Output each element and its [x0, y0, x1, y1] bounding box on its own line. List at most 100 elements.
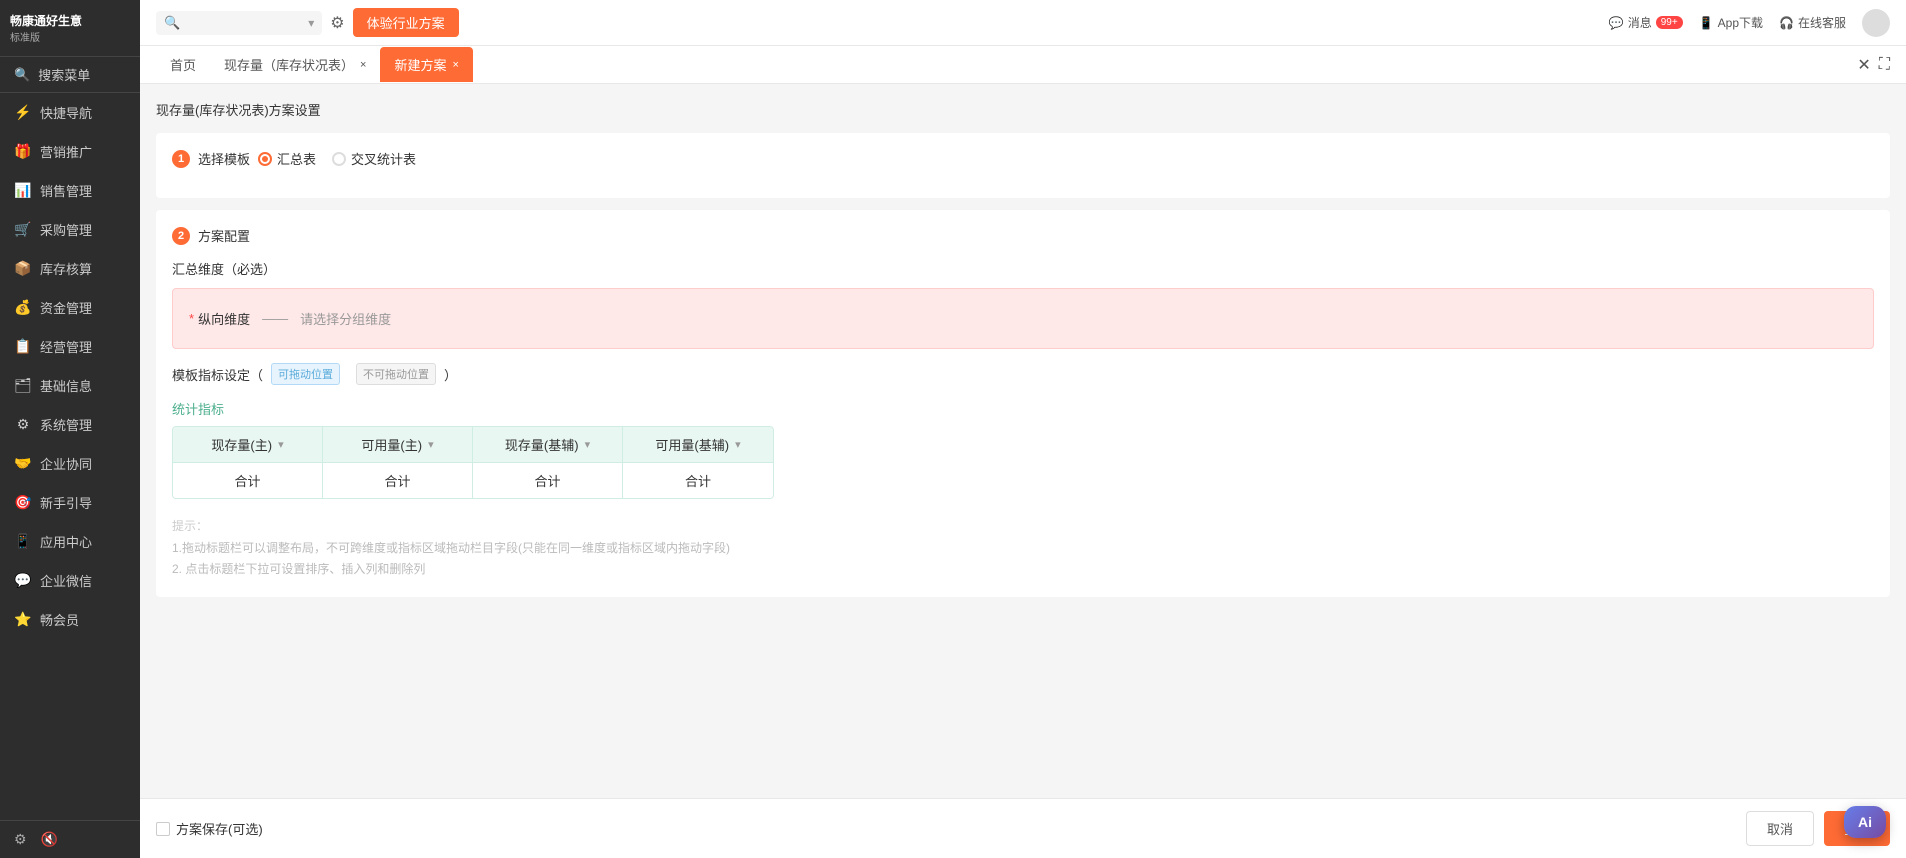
user-avatar[interactable]	[1862, 9, 1890, 37]
sidebar-item-app-center[interactable]: 📱 应用中心	[0, 522, 140, 561]
sidebar-item-label: 系统管理	[40, 415, 92, 434]
step1-badge: 1	[172, 150, 190, 168]
sidebar-item-wechat[interactable]: 💬 企业微信	[0, 561, 140, 600]
sidebar-item-inventory[interactable]: 📦 库存核算	[0, 249, 140, 288]
dimension-area: * 纵向维度 —— 请选择分组维度	[172, 288, 1874, 349]
inventory-tab-label: 现存量（库存状况表）	[224, 55, 354, 74]
main-area: 🔍 ▾ ⚙ 体验行业方案 💬 消息 99+ 📱 App下载 🎧 在线客服	[140, 0, 1906, 858]
save-scheme-checkbox[interactable]	[156, 822, 170, 836]
stats-col-header-0[interactable]: 现存量(主) ▾	[173, 427, 322, 463]
col-chevron-0: ▾	[278, 438, 284, 451]
close-window-icon[interactable]: ✕	[1857, 55, 1870, 75]
stats-col-cell-2: 合计	[473, 463, 622, 498]
messages-label: 消息	[1628, 14, 1652, 31]
tab-new-scheme[interactable]: 新建方案 ×	[380, 47, 472, 82]
save-scheme-label: 方案保存(可选)	[176, 819, 263, 838]
step1-header: 1 选择模板 汇总表 交叉统计表	[172, 149, 1874, 168]
trial-industry-button[interactable]: 体验行业方案	[353, 8, 459, 37]
sidebar-item-label: 资金管理	[40, 298, 92, 317]
messages-item[interactable]: 💬 消息 99+	[1609, 14, 1683, 31]
sidebar-item-basic[interactable]: 🗂 基础信息	[0, 366, 140, 405]
messages-badge: 99+	[1656, 16, 1683, 29]
cancel-button[interactable]: 取消	[1746, 811, 1814, 846]
inventory-tab-close-icon[interactable]: ×	[360, 59, 366, 71]
basic-icon: 🗂	[14, 377, 32, 395]
save-scheme-wrap[interactable]: 方案保存(可选)	[156, 819, 263, 838]
step1-title: 选择模板	[198, 149, 250, 168]
sidebar-item-marketing[interactable]: 🎁 营销推广	[0, 132, 140, 171]
sidebar-item-system[interactable]: ⚙ 系统管理	[0, 405, 140, 444]
sidebar-item-label: 采购管理	[40, 220, 92, 239]
sidebar-item-guide[interactable]: 🎯 新手引导	[0, 483, 140, 522]
operations-icon: 📋	[14, 338, 32, 356]
sidebar-logo: 畅康通好生意 标准版	[0, 0, 140, 57]
topbar-search-wrap[interactable]: 🔍 ▾	[156, 11, 322, 35]
tab-home[interactable]: 首页	[156, 47, 210, 82]
window-controls: ✕ ⛶	[1857, 55, 1890, 75]
sidebar-item-sales[interactable]: 📊 销售管理	[0, 171, 140, 210]
topbar-gear-icon[interactable]: ⚙	[330, 13, 344, 33]
tab-inventory[interactable]: 现存量（库存状况表） ×	[210, 47, 380, 82]
page-title: 现存量(库存状况表)方案设置	[156, 100, 1890, 119]
radio-cross-label: 交叉统计表	[351, 149, 416, 168]
draggable-badge: 可拖动位置	[271, 363, 340, 385]
sidebar-item-purchase[interactable]: 🛒 采购管理	[0, 210, 140, 249]
quick-nav-icon: ⚡	[14, 104, 32, 122]
ai-bubble[interactable]: Ai	[1844, 806, 1886, 838]
radio-summary[interactable]: 汇总表	[258, 149, 316, 168]
app-download-item[interactable]: 📱 App下载	[1699, 14, 1763, 31]
dimension-placeholder: 请选择分组维度	[300, 309, 391, 328]
col-chevron-2: ▾	[585, 438, 591, 451]
sidebar-item-label: 营销推广	[40, 142, 92, 161]
sidebar-item-quick-nav[interactable]: ⚡ 快捷导航	[0, 93, 140, 132]
stats-col-header-1[interactable]: 可用量(主) ▾	[323, 427, 472, 463]
sound-icon[interactable]: 🔇	[41, 831, 58, 848]
dimension-label: 汇总维度（必选）	[172, 259, 1874, 278]
radio-summary-circle	[258, 152, 272, 166]
settings-icon[interactable]: ⚙	[14, 831, 27, 848]
sidebar-item-label: 畅会员	[40, 610, 79, 629]
sidebar-item-operations[interactable]: 📋 经营管理	[0, 327, 140, 366]
sidebar-item-member[interactable]: ⭐ 畅会员	[0, 600, 140, 639]
new-scheme-tab-close-icon[interactable]: ×	[452, 59, 458, 71]
sidebar-nav: ⚡ 快捷导航 🎁 营销推广 📊 销售管理 🛒 采购管理 📦 库存核算 💰 资金管…	[0, 93, 140, 820]
guide-icon: 🎯	[14, 494, 32, 512]
stats-col-header-2[interactable]: 现存量(基辅) ▾	[473, 427, 622, 463]
sidebar-item-finance[interactable]: 💰 资金管理	[0, 288, 140, 327]
topbar-left: 🔍 ▾ ⚙ 体验行业方案	[156, 8, 1599, 37]
sidebar-item-label: 应用中心	[40, 532, 92, 551]
wechat-icon: 💬	[14, 572, 32, 590]
topbar-search-icon: 🔍	[164, 15, 180, 31]
sidebar-item-cooperation[interactable]: 🤝 企业协同	[0, 444, 140, 483]
marketing-icon: 🎁	[14, 143, 32, 161]
stats-col-0: 现存量(主) ▾ 合计	[173, 427, 323, 498]
indicator-settings-label: 模板指标设定（ 可拖动位置 不可拖动位置 ）	[172, 363, 1874, 385]
sidebar-item-label: 销售管理	[40, 181, 92, 200]
stats-col-header-3[interactable]: 可用量(基辅) ▾	[623, 427, 773, 463]
template-radio-group: 汇总表 交叉统计表	[258, 149, 416, 168]
indicator-label-text: 模板指标设定（	[172, 365, 263, 384]
step1-section: 1 选择模板 汇总表 交叉统计表	[156, 133, 1890, 198]
stats-col-header-label-2: 现存量(基辅)	[505, 435, 579, 454]
topbar-search-input[interactable]	[184, 16, 304, 30]
sales-icon: 📊	[14, 182, 32, 200]
step2-badge: 2	[172, 227, 190, 245]
ai-label: Ai	[1858, 814, 1872, 830]
tip-2: 2. 点击标题栏下拉可设置排序、插入列和删除列	[172, 559, 1874, 581]
sidebar-search[interactable]: 🔍 搜索菜单	[0, 57, 140, 93]
online-service-label: 在线客服	[1798, 14, 1846, 31]
sidebar-item-label: 企业微信	[40, 571, 92, 590]
required-mark: *	[189, 311, 194, 326]
topbar: 🔍 ▾ ⚙ 体验行业方案 💬 消息 99+ 📱 App下载 🎧 在线客服	[140, 0, 1906, 46]
non-draggable-badge: 不可拖动位置	[356, 363, 436, 385]
radio-cross[interactable]: 交叉统计表	[332, 149, 416, 168]
bottom-actions: 方案保存(可选) 取消 查询	[140, 798, 1906, 858]
sidebar-footer: ⚙ 🔇	[0, 820, 140, 858]
stats-col-3: 可用量(基辅) ▾ 合计	[623, 427, 773, 498]
online-service-item[interactable]: 🎧 在线客服	[1779, 14, 1846, 31]
dimension-dash: ——	[262, 311, 288, 326]
topbar-chevron-icon: ▾	[308, 16, 314, 30]
expand-window-icon[interactable]: ⛶	[1879, 56, 1890, 74]
stats-col-cell-0: 合计	[173, 463, 322, 498]
search-label: 搜索菜单	[38, 65, 90, 84]
